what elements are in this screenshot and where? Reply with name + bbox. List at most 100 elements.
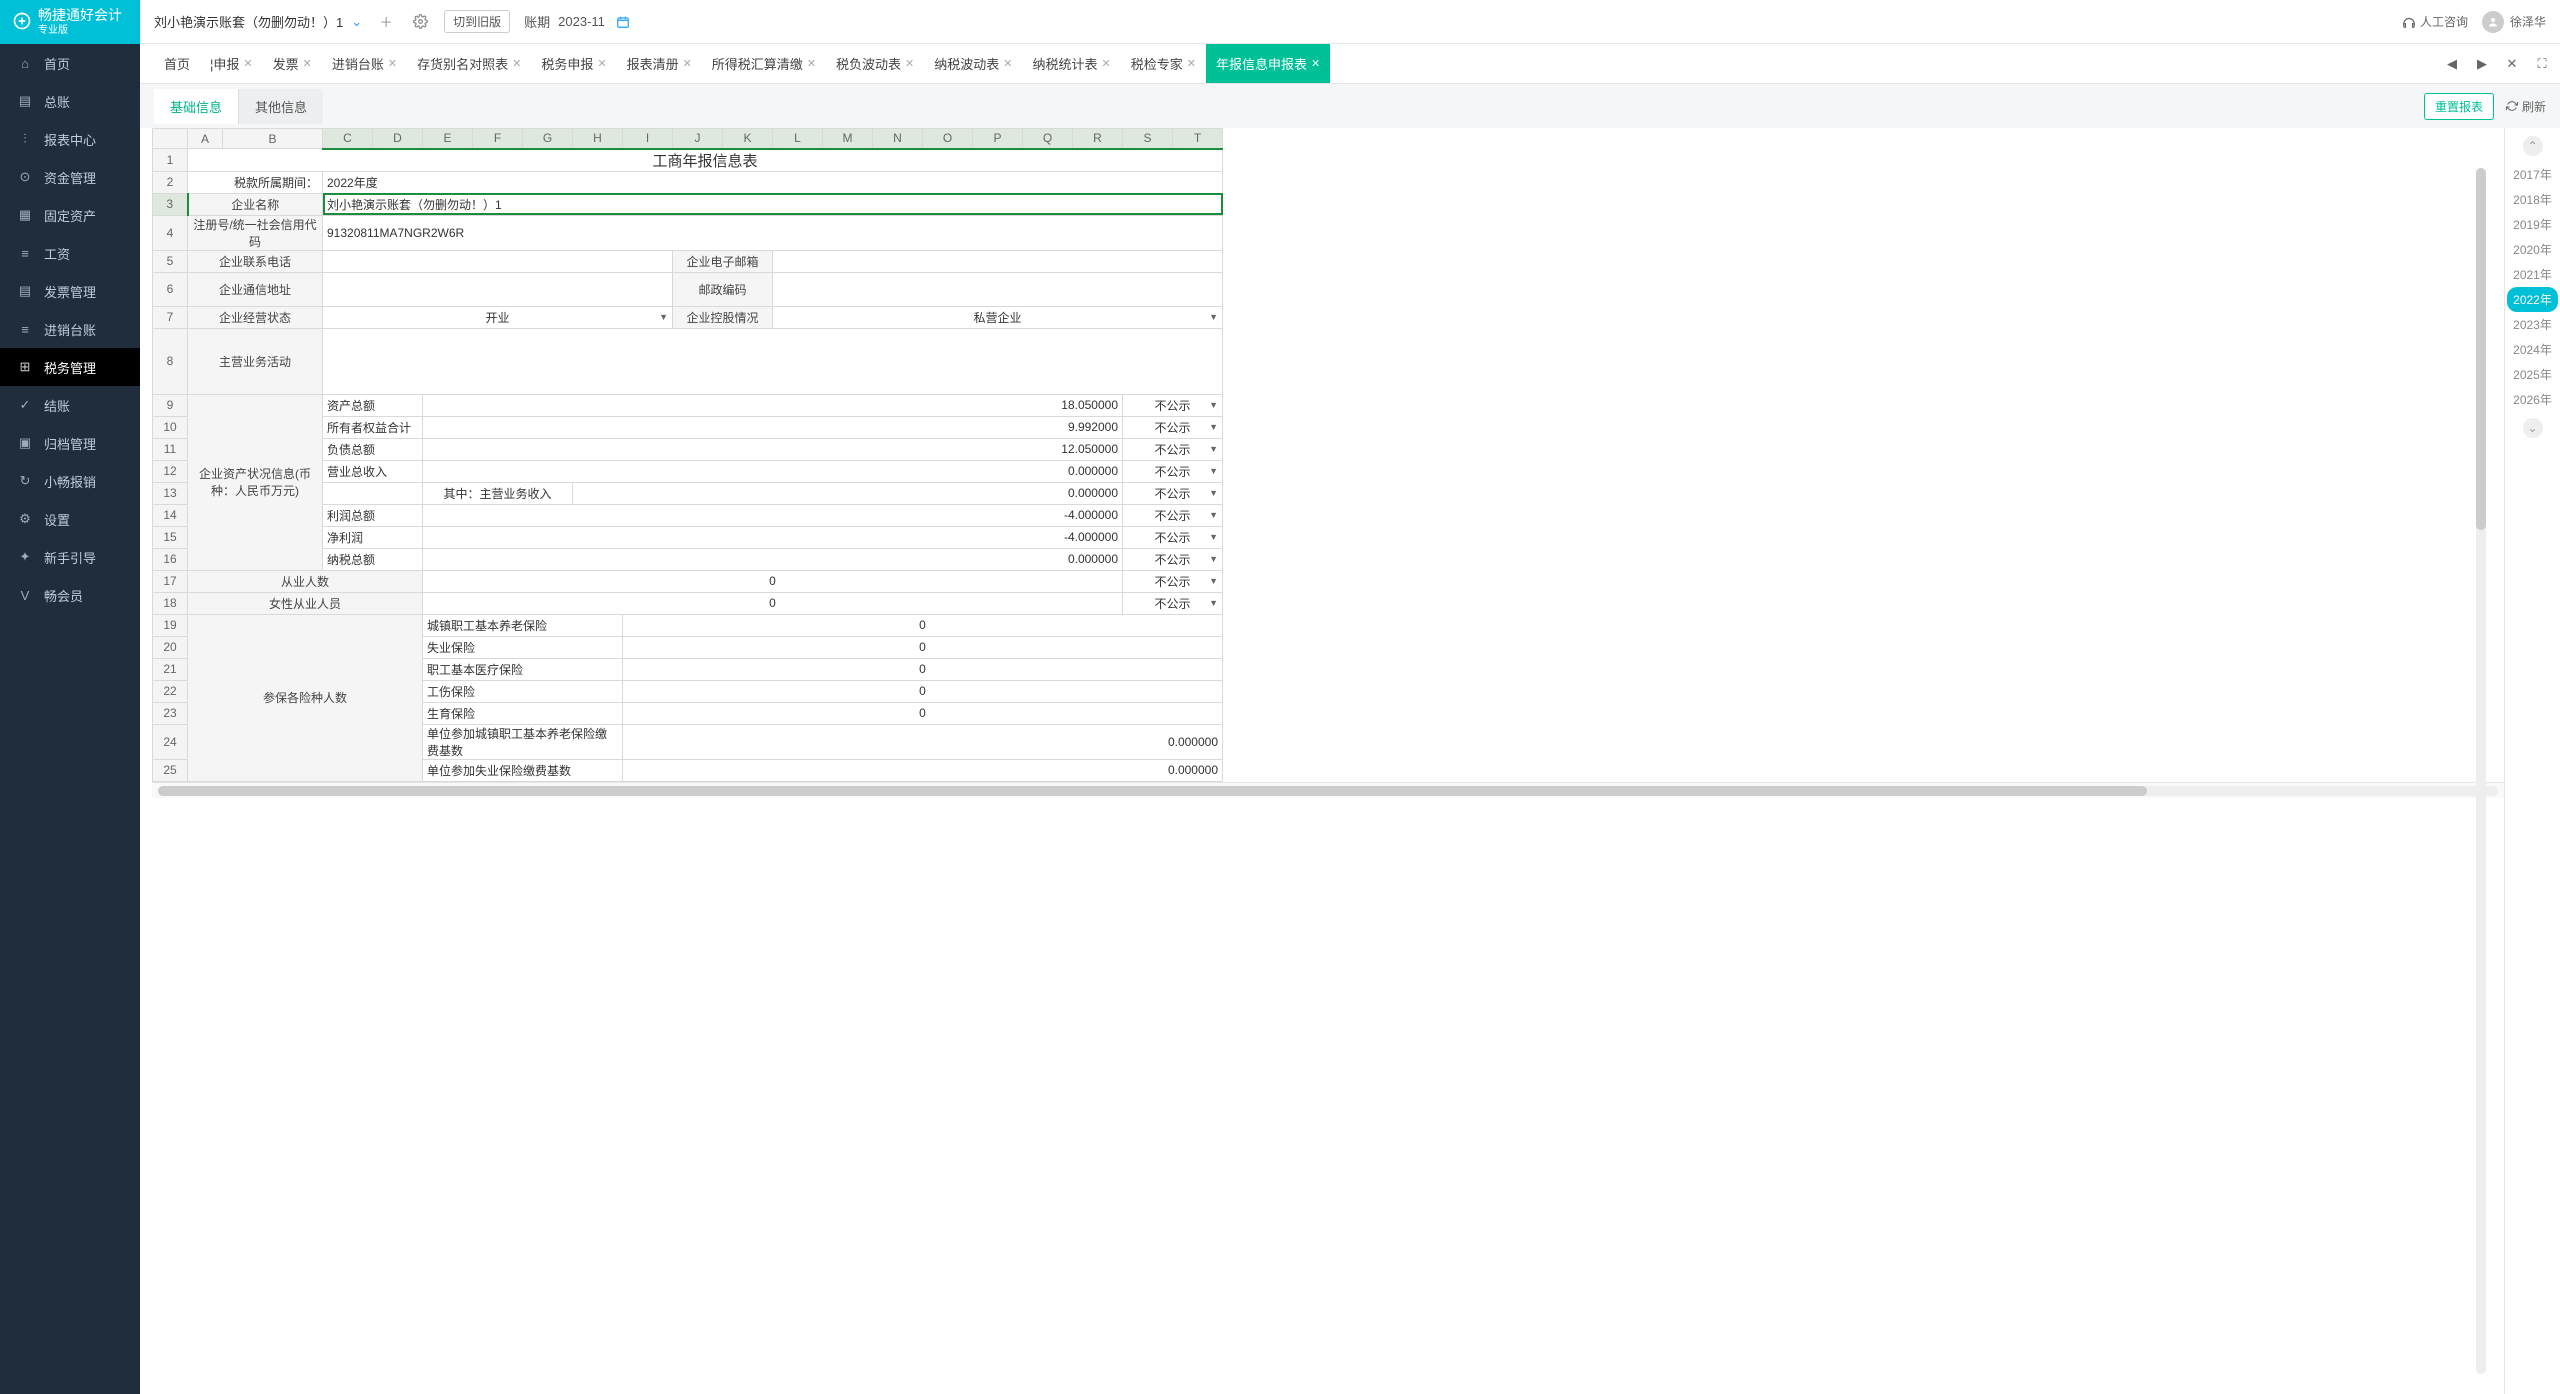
close-icon[interactable]: ✕ [1311, 57, 1320, 70]
tab-5[interactable]: 税务申报✕ [531, 44, 616, 83]
sidebar-item-10[interactable]: ▣归档管理 [0, 424, 140, 462]
row-header[interactable]: 18 [153, 592, 188, 614]
year-2019年[interactable]: 2019年 [2507, 212, 2558, 237]
close-icon[interactable]: ✕ [807, 57, 816, 70]
col-header[interactable]: P [973, 129, 1023, 149]
year-2026年[interactable]: 2026年 [2507, 387, 2558, 412]
switch-old-button[interactable]: 切到旧版 [444, 10, 510, 33]
row-header[interactable]: 15 [153, 526, 188, 548]
business-status-select[interactable]: 开业 [323, 306, 673, 328]
col-header[interactable]: L [773, 129, 823, 149]
col-header[interactable]: M [823, 129, 873, 149]
sidebar-item-6[interactable]: ▤发票管理 [0, 272, 140, 310]
subtab-other[interactable]: 其他信息 [239, 89, 323, 124]
sidebar-item-2[interactable]: ⫶报表中心 [0, 120, 140, 158]
row-header[interactable]: 1 [153, 149, 188, 172]
row-header[interactable]: 17 [153, 570, 188, 592]
sidebar-item-11[interactable]: ↻小畅报销 [0, 462, 140, 500]
sidebar-item-4[interactable]: ▦固定资产 [0, 196, 140, 234]
year-2018年[interactable]: 2018年 [2507, 187, 2558, 212]
company-name-cell[interactable]: 刘小艳演示账套（勿删勿动！）1 [323, 193, 1223, 215]
close-icon[interactable]: ✕ [303, 57, 312, 70]
refresh-button[interactable]: 刷新 [2506, 98, 2546, 115]
publish-select[interactable]: 不公示 [1123, 394, 1223, 416]
year-2023年[interactable]: 2023年 [2507, 312, 2558, 337]
row-header[interactable]: 5 [153, 250, 188, 272]
close-icon[interactable]: ✕ [1003, 57, 1012, 70]
close-icon[interactable]: ✕ [683, 57, 692, 70]
publish-select[interactable]: 不公示 [1123, 570, 1223, 592]
add-icon[interactable]: ＋ [376, 12, 396, 32]
publish-select[interactable]: 不公示 [1123, 526, 1223, 548]
sidebar-item-3[interactable]: ⊙资金管理 [0, 158, 140, 196]
row-header[interactable]: 3 [153, 193, 188, 215]
row-header[interactable]: 24 [153, 724, 188, 759]
tab-9[interactable]: 纳税波动表✕ [924, 44, 1022, 83]
row-header[interactable]: 21 [153, 658, 188, 680]
col-header[interactable]: K [723, 129, 773, 149]
tab-11[interactable]: 税检专家✕ [1121, 44, 1206, 83]
close-icon[interactable]: ✕ [388, 57, 397, 70]
close-icon[interactable]: ✕ [1187, 57, 1196, 70]
close-icon[interactable]: ✕ [597, 57, 606, 70]
publish-select[interactable]: 不公示 [1123, 504, 1223, 526]
close-icon[interactable]: ✕ [1102, 57, 1111, 70]
tab-12[interactable]: 年报信息申报表✕ [1206, 44, 1330, 83]
col-header[interactable]: D [373, 129, 423, 149]
col-header[interactable]: I [623, 129, 673, 149]
col-header[interactable]: A [188, 129, 223, 149]
col-header[interactable]: J [673, 129, 723, 149]
tab-6[interactable]: 报表清册✕ [617, 44, 702, 83]
year-2017年[interactable]: 2017年 [2507, 162, 2558, 187]
reset-report-button[interactable]: 重置报表 [2424, 93, 2494, 120]
col-header[interactable]: T [1173, 129, 1223, 149]
publish-select[interactable]: 不公示 [1123, 438, 1223, 460]
publish-select[interactable]: 不公示 [1123, 592, 1223, 614]
support-link[interactable]: 人工咨询 [2402, 13, 2468, 30]
year-2024年[interactable]: 2024年 [2507, 337, 2558, 362]
horizontal-scrollbar[interactable] [152, 782, 2504, 798]
row-header[interactable]: 16 [153, 548, 188, 570]
sidebar-item-14[interactable]: V畅会员 [0, 576, 140, 614]
tab-prev-icon[interactable]: ◀ [2442, 54, 2462, 74]
tab-7[interactable]: 所得税汇算清缴✕ [702, 44, 826, 83]
publish-select[interactable]: 不公示 [1123, 460, 1223, 482]
tab-close-icon[interactable]: ✕ [2502, 54, 2522, 74]
row-header[interactable]: 10 [153, 416, 188, 438]
tab-10[interactable]: 纳税统计表✕ [1023, 44, 1121, 83]
close-icon[interactable]: ✕ [512, 57, 521, 70]
holding-select[interactable]: 私营企业 [773, 306, 1223, 328]
row-header[interactable]: 19 [153, 614, 188, 636]
sidebar-item-12[interactable]: ⚙设置 [0, 500, 140, 538]
row-header[interactable]: 4 [153, 215, 188, 250]
row-header[interactable]: 20 [153, 636, 188, 658]
subtab-basic[interactable]: 基础信息 [154, 89, 239, 124]
row-header[interactable]: 2 [153, 171, 188, 193]
sidebar-item-13[interactable]: ✦新手引导 [0, 538, 140, 576]
fullscreen-icon[interactable]: ⛶ [2532, 54, 2552, 74]
gear-icon[interactable] [410, 12, 430, 32]
tab-next-icon[interactable]: ▶ [2472, 54, 2492, 74]
row-header[interactable]: 25 [153, 759, 188, 781]
tab-0[interactable]: 首页 [154, 44, 200, 83]
row-header[interactable]: 9 [153, 394, 188, 416]
calendar-icon[interactable] [613, 12, 633, 32]
col-header[interactable]: O [923, 129, 973, 149]
account-select[interactable]: 刘小艳演示账套（勿删勿动！）1 ⌄ [154, 12, 362, 31]
publish-select[interactable]: 不公示 [1123, 482, 1223, 504]
tab-3[interactable]: 进销台账✕ [322, 44, 407, 83]
row-header[interactable]: 12 [153, 460, 188, 482]
row-header[interactable]: 23 [153, 702, 188, 724]
row-header[interactable]: 14 [153, 504, 188, 526]
col-header[interactable]: F [473, 129, 523, 149]
sidebar-item-7[interactable]: ≡进销台账 [0, 310, 140, 348]
close-icon[interactable]: ✕ [243, 57, 252, 70]
col-header[interactable]: C [323, 129, 373, 149]
spreadsheet[interactable]: ABCDEFGHIJKLMNOPQRST1工商年报信息表2税款所属期间：2022… [140, 128, 2504, 1394]
year-down-icon[interactable]: ⌄ [2523, 418, 2543, 438]
col-header[interactable]: Q [1023, 129, 1073, 149]
row-header[interactable]: 11 [153, 438, 188, 460]
col-header[interactable] [153, 129, 188, 149]
col-header[interactable]: N [873, 129, 923, 149]
tab-8[interactable]: 税负波动表✕ [826, 44, 924, 83]
